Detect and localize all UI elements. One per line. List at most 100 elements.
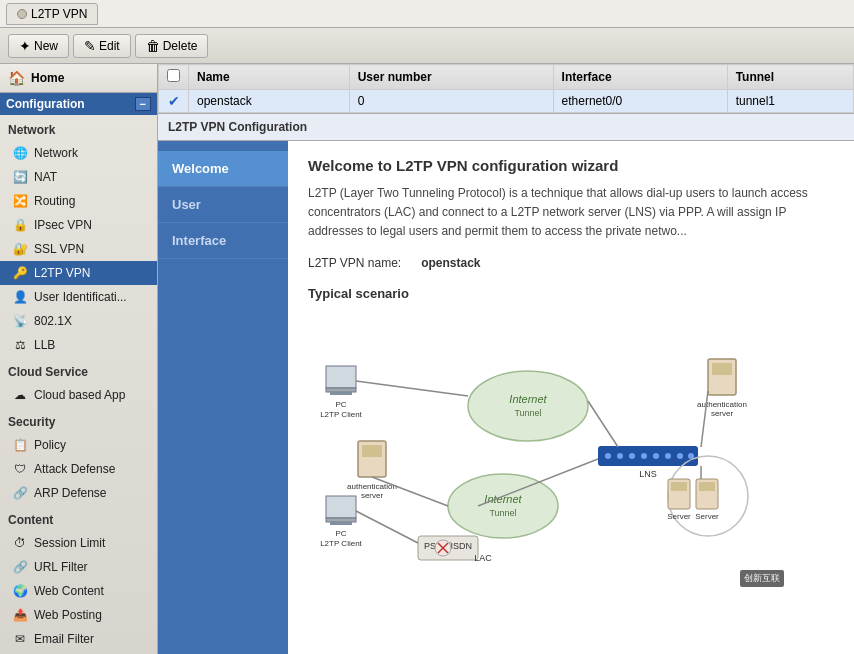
vpn-name-value: openstack: [421, 256, 480, 270]
top-tab-bar: L2TP VPN: [0, 0, 854, 28]
section-cloud-header: Cloud Service: [0, 361, 157, 383]
tab-dot: [17, 9, 27, 19]
svg-text:Internet: Internet: [509, 393, 547, 405]
sidebar-item-ssl[interactable]: 🔐 SSL VPN: [0, 237, 157, 261]
home-icon: 🏠: [8, 70, 25, 86]
section-content-header: Content: [0, 509, 157, 531]
sidebar-item-attack-label: Attack Defense: [34, 462, 115, 476]
session-icon: ⏱: [12, 535, 28, 551]
config-panel-header: L2TP VPN Configuration: [158, 114, 854, 141]
svg-text:L2TP Client: L2TP Client: [320, 410, 362, 419]
row-name: openstack: [189, 90, 350, 113]
sidebar-item-cloud[interactable]: ☁ Cloud based App: [0, 383, 157, 407]
svg-rect-9: [330, 392, 352, 395]
arp-icon: 🔗: [12, 485, 28, 501]
toolbar: ✦ New ✎ Edit 🗑 Delete: [0, 28, 854, 64]
config-label: Configuration: [6, 97, 85, 111]
wizard-container: Welcome User Interface Welcome to L2TP V…: [158, 141, 854, 654]
select-all-checkbox[interactable]: [167, 69, 180, 82]
table-container: Name User number Interface Tunnel ✔ open…: [158, 64, 854, 114]
home-button[interactable]: 🏠 Home: [0, 64, 157, 93]
cloud-icon: ☁: [12, 387, 28, 403]
delete-label: Delete: [163, 39, 198, 53]
tab-label: L2TP VPN: [31, 7, 87, 21]
sidebar-item-url-label: URL Filter: [34, 560, 88, 574]
policy-icon: 📋: [12, 437, 28, 453]
edit-icon: ✎: [84, 38, 96, 54]
sidebar-item-attack[interactable]: 🛡 Attack Defense: [0, 457, 157, 481]
wizard-step-interface[interactable]: Interface: [158, 223, 288, 259]
svg-rect-39: [330, 522, 352, 525]
wizard-content: Welcome to L2TP VPN configuration wizard…: [288, 141, 854, 654]
content-area: Name User number Interface Tunnel ✔ open…: [158, 64, 854, 654]
svg-text:L2TP Client: L2TP Client: [320, 539, 362, 548]
svg-rect-7: [326, 366, 356, 388]
routing-icon: 🔀: [12, 193, 28, 209]
sidebar-item-email[interactable]: ✉ Email Filter: [0, 627, 157, 651]
sidebar-item-routing[interactable]: 🔀 Routing: [0, 189, 157, 213]
sidebar-item-policy[interactable]: 📋 Policy: [0, 433, 157, 457]
sidebar-item-url[interactable]: 🔗 URL Filter: [0, 555, 157, 579]
network-icon: 🌐: [12, 145, 28, 161]
sidebar-item-routing-label: Routing: [34, 194, 75, 208]
new-icon: ✦: [19, 38, 31, 54]
sidebar-item-web[interactable]: 🌍 Web Content: [0, 579, 157, 603]
sidebar-item-nat[interactable]: 🔄 NAT: [0, 165, 157, 189]
vpn-name-label: L2TP VPN name:: [308, 256, 401, 270]
sidebar-item-llb[interactable]: ⚖ LLB: [0, 333, 157, 357]
sidebar-item-l2tp[interactable]: 🔑 L2TP VPN: [0, 261, 157, 285]
sidebar-item-arp[interactable]: 🔗 ARP Defense: [0, 481, 157, 505]
sidebar-item-user-id[interactable]: 👤 User Identificati...: [0, 285, 157, 309]
home-label: Home: [31, 71, 64, 85]
ipsec-icon: 🔒: [12, 217, 28, 233]
sidebar-item-arp-label: ARP Defense: [34, 486, 107, 500]
wizard-step-user[interactable]: User: [158, 187, 288, 223]
config-panel-label: L2TP VPN Configuration: [168, 120, 307, 134]
l2tp-vpn-tab[interactable]: L2TP VPN: [6, 3, 98, 25]
delete-icon: 🗑: [146, 38, 160, 54]
wizard-nav: Welcome User Interface: [158, 141, 288, 654]
table-row[interactable]: ✔ openstack 0 ethernet0/0 tunnel1: [159, 90, 854, 113]
sidebar-item-network[interactable]: 🌐 Network: [0, 141, 157, 165]
delete-button[interactable]: 🗑 Delete: [135, 34, 209, 58]
user-id-icon: 👤: [12, 289, 28, 305]
section-security-header: Security: [0, 411, 157, 433]
url-icon: 🔗: [12, 559, 28, 575]
data-table: Name User number Interface Tunnel ✔ open…: [158, 64, 854, 113]
new-label: New: [34, 39, 58, 53]
sidebar-item-8021x[interactable]: 📡 802.1X: [0, 309, 157, 333]
diagram: Internet Tunnel Internet Tunnel PC L2TP …: [308, 311, 788, 591]
row-user-number: 0: [349, 90, 553, 113]
col-tunnel: Tunnel: [727, 65, 853, 90]
sidebar-item-8021x-label: 802.1X: [34, 314, 72, 328]
wizard-step-welcome[interactable]: Welcome: [158, 151, 288, 187]
sidebar-item-llb-label: LLB: [34, 338, 55, 352]
llb-icon: ⚖: [12, 337, 28, 353]
sidebar-item-ipsec[interactable]: 🔒 IPsec VPN: [0, 213, 157, 237]
svg-text:Server: Server: [667, 512, 691, 521]
email-icon: ✉: [12, 631, 28, 647]
config-collapse-button[interactable]: −: [135, 97, 151, 111]
new-button[interactable]: ✦ New: [8, 34, 69, 58]
svg-rect-49: [362, 445, 382, 457]
sidebar-item-policy-label: Policy: [34, 438, 66, 452]
svg-text:authentication: authentication: [697, 400, 747, 409]
web-icon: 🌍: [12, 583, 28, 599]
sidebar-item-cloud-label: Cloud based App: [34, 388, 125, 402]
col-name: Name: [189, 65, 350, 90]
sidebar-item-web-label: Web Content: [34, 584, 104, 598]
svg-text:Internet: Internet: [484, 493, 522, 505]
sidebar: 🏠 Home Configuration − Network 🌐 Network…: [0, 64, 158, 654]
config-header: Configuration −: [0, 93, 157, 115]
edit-button[interactable]: ✎ Edit: [73, 34, 131, 58]
sidebar-item-ssl-label: SSL VPN: [34, 242, 84, 256]
row-checkbox-cell: ✔: [159, 90, 189, 113]
svg-rect-34: [699, 482, 715, 491]
svg-point-20: [677, 453, 683, 459]
sidebar-item-webpost[interactable]: 📤 Web Posting: [0, 603, 157, 627]
svg-point-14: [605, 453, 611, 459]
svg-text:PC: PC: [335, 400, 346, 409]
scenario-title: Typical scenario: [308, 286, 834, 301]
svg-text:LAC: LAC: [474, 553, 492, 563]
sidebar-item-session[interactable]: ⏱ Session Limit: [0, 531, 157, 555]
